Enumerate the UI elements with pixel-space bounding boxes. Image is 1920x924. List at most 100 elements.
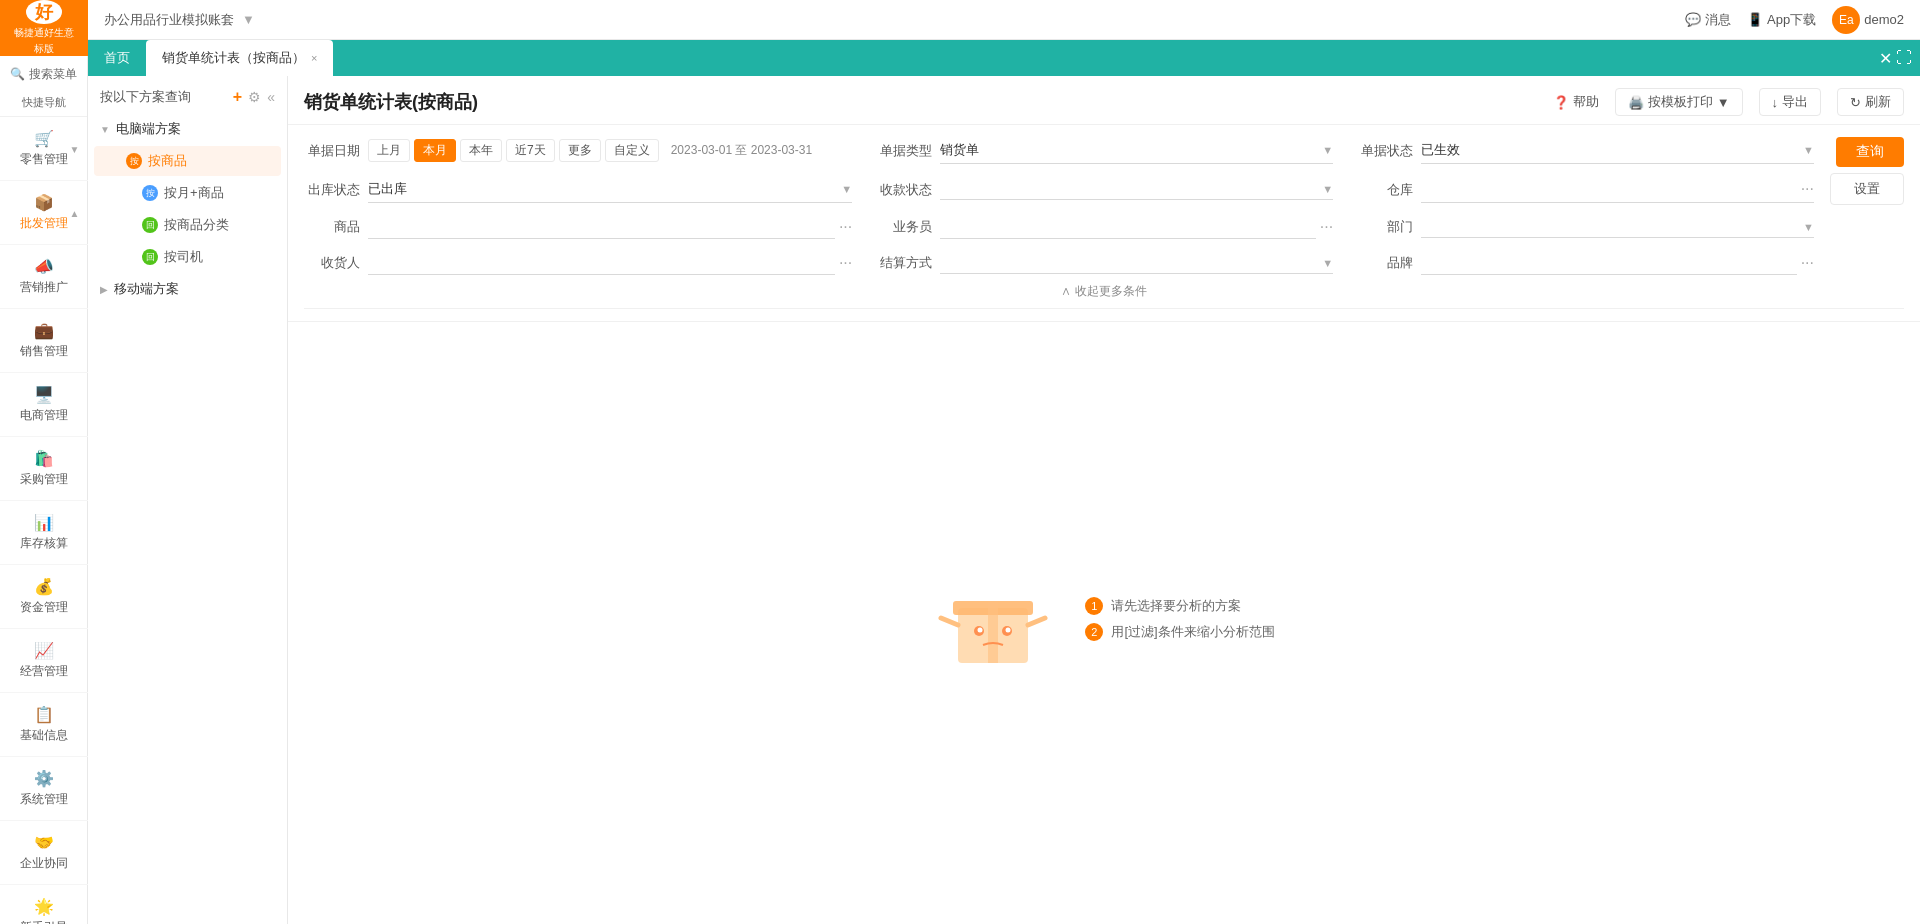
filter-date: 单据日期 上月 本月 本年 近7天 更多 自定义 2023-03-01 至 20…: [304, 139, 852, 162]
chevron-icon: ▲: [70, 207, 80, 218]
search-menu[interactable]: 🔍 搜索菜单: [10, 56, 76, 89]
sidebar-item-label: 经营管理: [20, 663, 68, 680]
sidebar-item-wholesale[interactable]: 📦 批发管理 ▲: [0, 181, 88, 245]
operation-icon: 📈: [34, 641, 54, 660]
refresh-icon: ↻: [1850, 95, 1861, 110]
finance-icon: 💰: [34, 577, 54, 596]
receiver-input[interactable]: [368, 251, 835, 275]
refresh-btn[interactable]: ↻ 刷新: [1837, 88, 1904, 116]
quick-nav[interactable]: 快捷导航: [0, 89, 87, 117]
page-header: 销货单统计表(按商品) ❓ 帮助 🖨️ 按模板打印 ▼ ↓ 导出: [288, 76, 1920, 125]
tab-expand-area: ✕ ⛶: [1879, 49, 1920, 68]
set-btn[interactable]: 设置: [1830, 173, 1904, 205]
sidebar-item-retail[interactable]: 🛒 零售管理 ▼: [0, 117, 88, 181]
brand-dots[interactable]: ···: [1801, 254, 1814, 272]
tab-close-btn[interactable]: ×: [311, 52, 317, 64]
goods-dots[interactable]: ···: [839, 218, 852, 236]
tab-sales-stats[interactable]: 销货单统计表（按商品） ×: [146, 40, 333, 76]
settle-select[interactable]: ▼: [940, 253, 1333, 274]
desktop-scheme-header[interactable]: ▼ 电脑端方案: [88, 114, 287, 144]
wholesale-icon: 📦: [34, 193, 54, 212]
export-icon: ↓: [1772, 95, 1779, 110]
tip-num-2: 2: [1085, 623, 1103, 641]
scheme-item-by-goods[interactable]: 按 按商品: [94, 146, 281, 176]
sidebar-item-sales[interactable]: 💼 销售管理: [0, 309, 88, 373]
out-status-select[interactable]: 已出库 ▼: [368, 176, 852, 203]
add-scheme-btn[interactable]: +: [233, 88, 242, 106]
content-area: 按以下方案查询 + ⚙ « ▼ 电脑端方案 按 按商品: [88, 76, 1920, 924]
date-custom-btn[interactable]: 自定义: [605, 139, 659, 162]
tab-maximize-btn[interactable]: ⛶: [1896, 49, 1912, 67]
collapse-bar[interactable]: ∧ 收起更多条件: [304, 275, 1904, 309]
message-btn[interactable]: 💬 消息: [1685, 11, 1731, 29]
warehouse-select[interactable]: ···: [1421, 176, 1814, 203]
sidebar-item-system[interactable]: ⚙️ 系统管理: [0, 757, 88, 821]
settings-btn[interactable]: ⚙: [248, 89, 261, 105]
sidebar-item-enterprise[interactable]: 🤝 企业协同: [0, 821, 88, 885]
date-more-btn[interactable]: 更多: [559, 139, 601, 162]
sidebar-item-ecommerce[interactable]: 🖥️ 电商管理: [0, 373, 88, 437]
sidebar-item-inventory[interactable]: 📊 库存核算: [0, 501, 88, 565]
date-cur-year-btn[interactable]: 本年: [460, 139, 502, 162]
logo-text: 畅捷通好生意: [14, 26, 74, 40]
out-status-value: 已出库: [368, 180, 407, 198]
dept-select[interactable]: ▼: [1421, 217, 1814, 238]
scheme-item-by-driver[interactable]: 回 按司机: [110, 242, 281, 272]
date-filter-btns: 上月 本月 本年 近7天 更多 自定义 2023-03-01 至 2023-03…: [368, 139, 812, 162]
sales-dots[interactable]: ···: [1320, 218, 1333, 236]
mobile-scheme-header[interactable]: ▶ 移动端方案: [88, 274, 287, 304]
tab-home[interactable]: 首页: [88, 40, 146, 76]
sales-label: 业务员: [876, 218, 932, 236]
scheme-item-by-category[interactable]: 回 按商品分类: [110, 210, 281, 240]
tab-home-label: 首页: [104, 49, 130, 67]
user-menu[interactable]: Ea demo2: [1832, 6, 1904, 34]
print-btn[interactable]: 🖨️ 按模板打印 ▼: [1615, 88, 1743, 116]
sidebar-item-purchase[interactable]: 🛍️ 采购管理: [0, 437, 88, 501]
doc-type-arrow: ▼: [1322, 144, 1333, 156]
help-btn[interactable]: ❓ 帮助: [1553, 93, 1599, 111]
scheme-item-label: 按商品: [148, 152, 187, 170]
date-prev-month-btn[interactable]: 上月: [368, 139, 410, 162]
sidebar-item-label: 零售管理: [20, 151, 68, 168]
app-download-label: App下载: [1767, 11, 1816, 29]
sidebar-item-marketing[interactable]: 📣 营销推广: [0, 245, 88, 309]
mobile-group-label: 移动端方案: [114, 280, 179, 298]
tab-close-window-btn[interactable]: ✕: [1879, 49, 1892, 68]
doc-type-select[interactable]: 销货单 ▼: [940, 137, 1333, 164]
sidebar-item-newbie[interactable]: 🌟 新手引导: [0, 885, 88, 924]
dropdown-arrow[interactable]: ▼: [242, 12, 255, 27]
date-7days-btn[interactable]: 近7天: [506, 139, 555, 162]
filter-payment: 收款状态 ▼: [876, 179, 1333, 200]
newbie-icon: 🌟: [34, 897, 54, 916]
date-cur-month-btn[interactable]: 本月: [414, 139, 456, 162]
page-actions: ❓ 帮助 🖨️ 按模板打印 ▼ ↓ 导出 ↻ 刷新: [1553, 88, 1904, 116]
sidebar-item-finance[interactable]: 💰 资金管理: [0, 565, 88, 629]
out-status-arrow: ▼: [841, 183, 852, 195]
goods-input[interactable]: [368, 215, 835, 239]
empty-tip-2: 2 用[过滤]条件来缩小分析范围: [1085, 623, 1274, 641]
topbar-left: 办公用品行业模拟账套 ▼: [104, 11, 255, 29]
sidebar-item-label: 营销推广: [20, 279, 68, 296]
inventory-icon: 📊: [34, 513, 54, 532]
sidebar-item-basic[interactable]: 📋 基础信息: [0, 693, 88, 757]
warehouse-dots[interactable]: ···: [1801, 180, 1814, 198]
sidebar-item-label: 电商管理: [20, 407, 68, 424]
brand-input[interactable]: [1421, 251, 1797, 275]
sidebar-item-operation[interactable]: 📈 经营管理: [0, 629, 88, 693]
export-btn[interactable]: ↓ 导出: [1759, 88, 1822, 116]
sidebar-logo[interactable]: 好 畅捷通好生意 标版: [0, 0, 88, 56]
date-label: 单据日期: [304, 142, 360, 160]
desktop-group-label: 电脑端方案: [116, 120, 181, 138]
collapse-left-btn[interactable]: «: [267, 89, 275, 105]
doc-status-select[interactable]: 已生效 ▼: [1421, 137, 1814, 164]
payment-select[interactable]: ▼: [940, 179, 1333, 200]
app-download-btn[interactable]: 📱 App下载: [1747, 11, 1816, 29]
empty-text-area: 1 请先选择要分析的方案 2 用[过滤]条件来缩小分析范围: [1085, 597, 1274, 649]
query-btn[interactable]: 查询: [1836, 137, 1904, 167]
receiver-dots[interactable]: ···: [839, 254, 852, 272]
sidebar-item-label: 批发管理: [20, 215, 68, 232]
tip-num-1: 1: [1085, 597, 1103, 615]
sales-input[interactable]: [940, 215, 1316, 239]
logo-subtext: 标版: [34, 42, 54, 56]
scheme-item-month-goods[interactable]: 按 按月+商品: [110, 178, 281, 208]
